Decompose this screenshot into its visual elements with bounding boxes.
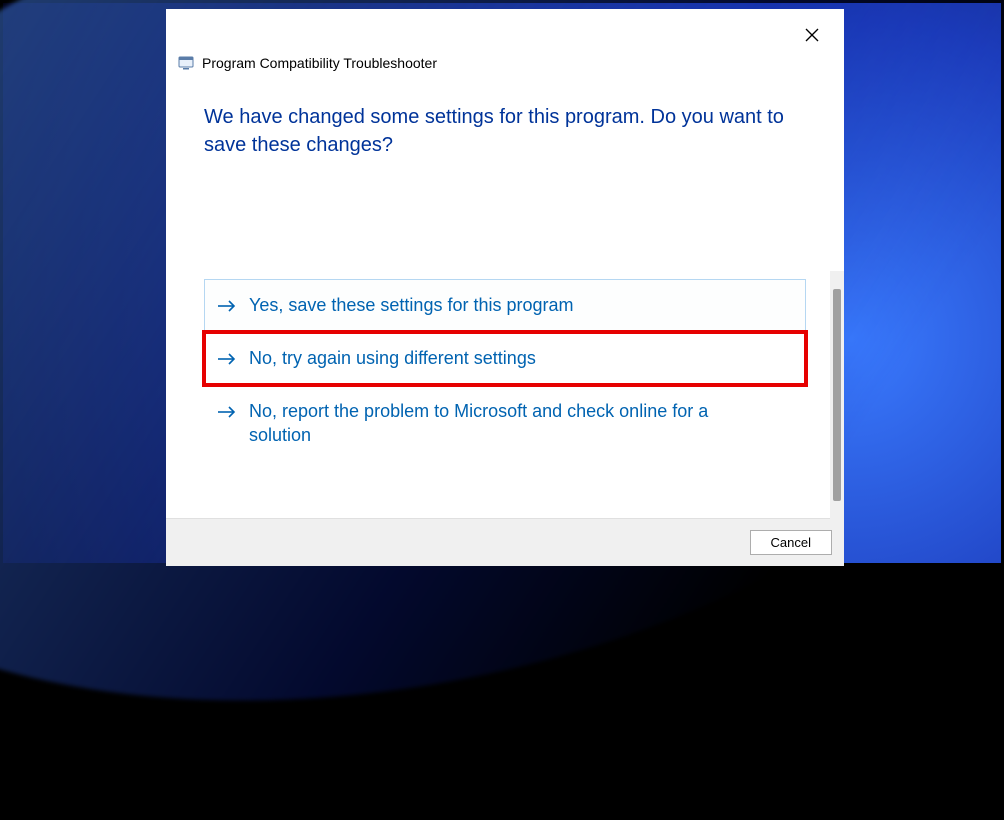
titlebar <box>166 9 844 57</box>
arrow-right-icon <box>217 294 237 318</box>
window-title: Program Compatibility Troubleshooter <box>202 55 437 71</box>
cancel-button[interactable]: Cancel <box>750 530 832 555</box>
close-icon <box>805 28 819 46</box>
content-area: We have changed some settings for this p… <box>166 71 844 518</box>
options-list: Yes, save these settings for this progra… <box>204 279 806 462</box>
arrow-right-icon <box>217 400 237 424</box>
option-try-again[interactable]: No, try again using different settings <box>204 332 806 385</box>
dialog-footer: Cancel <box>166 518 844 566</box>
scrollbar-thumb[interactable] <box>833 289 841 501</box>
troubleshooter-icon <box>178 55 194 71</box>
option-label: No, try again using different settings <box>249 346 793 370</box>
option-report-problem[interactable]: No, report the problem to Microsoft and … <box>204 385 806 462</box>
header-row: Program Compatibility Troubleshooter <box>166 55 844 71</box>
option-save-settings[interactable]: Yes, save these settings for this progra… <box>204 279 806 332</box>
scrollbar[interactable] <box>830 271 844 519</box>
close-button[interactable] <box>798 23 826 51</box>
option-label: Yes, save these settings for this progra… <box>249 293 793 317</box>
troubleshooter-dialog: Program Compatibility Troubleshooter We … <box>166 9 844 566</box>
arrow-right-icon <box>217 347 237 371</box>
option-label: No, report the problem to Microsoft and … <box>249 399 793 448</box>
page-heading: We have changed some settings for this p… <box>204 103 806 159</box>
